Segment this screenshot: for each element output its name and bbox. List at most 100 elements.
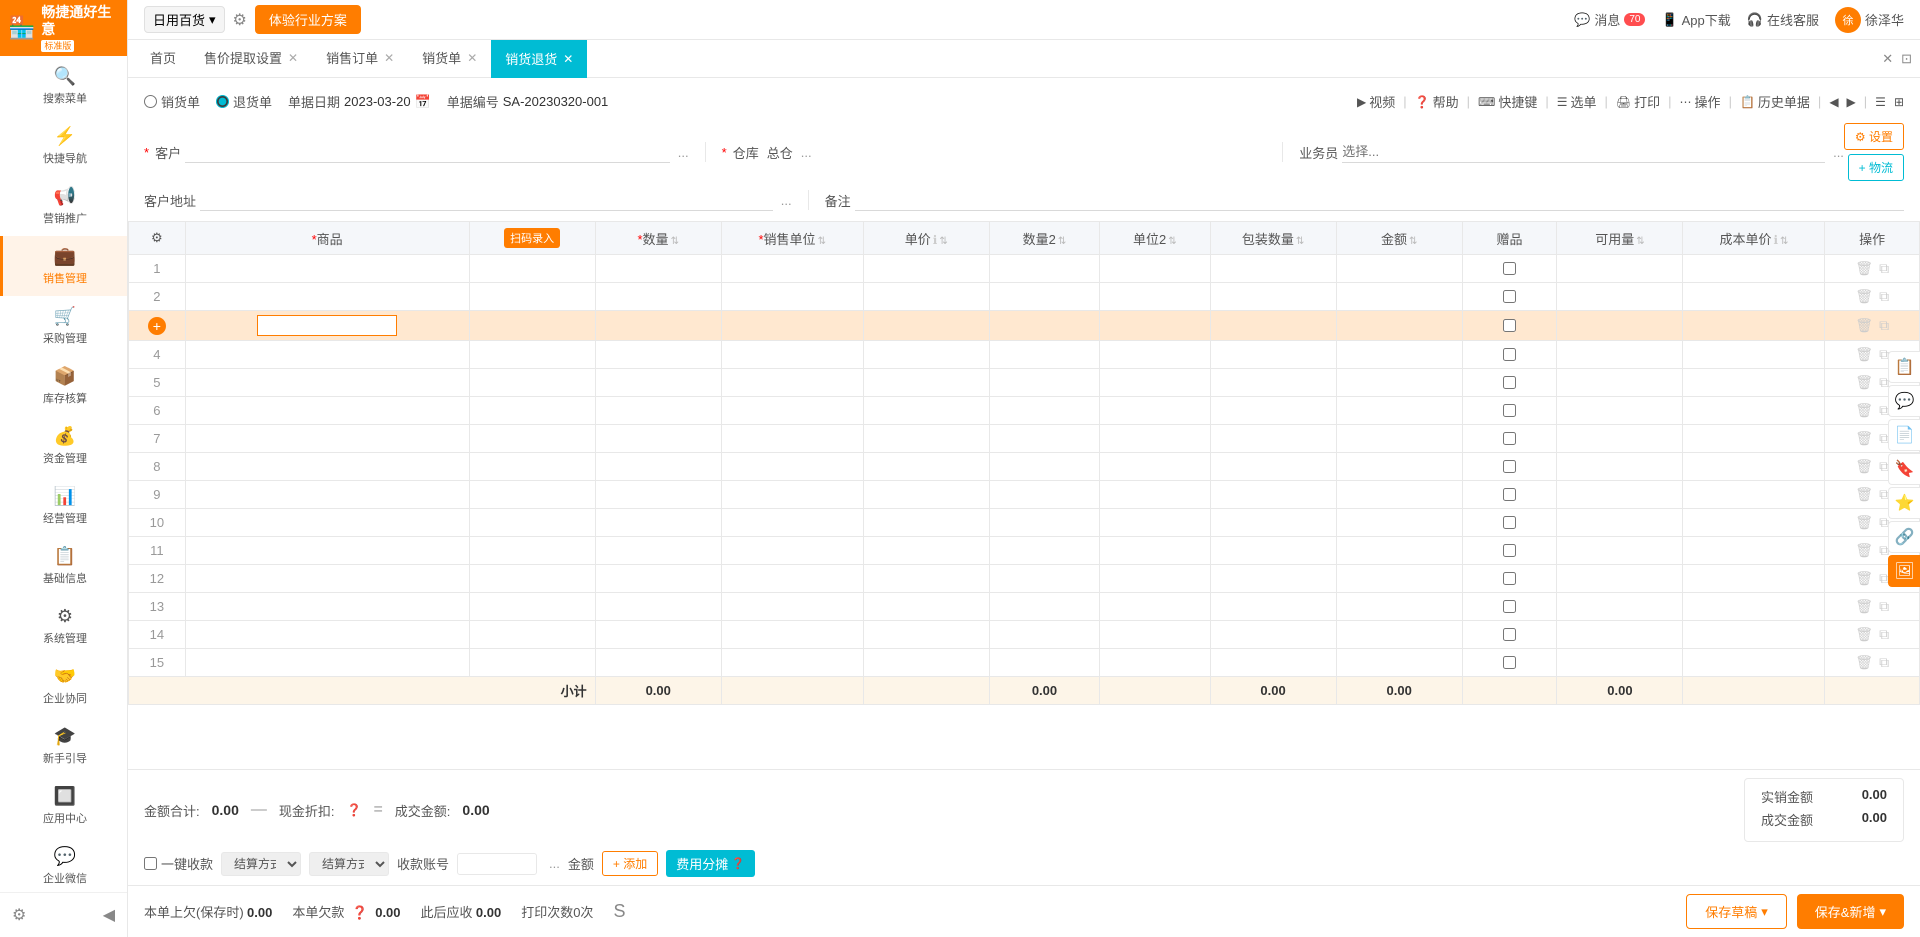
cell-pkg-15[interactable] (1210, 649, 1336, 677)
address-input[interactable] (200, 189, 773, 211)
cell-amount-2[interactable] (1336, 283, 1462, 311)
warehouse-dots[interactable]: ... (801, 145, 812, 160)
cell-avail-1[interactable] (1557, 255, 1683, 283)
cell-avail-15[interactable] (1557, 649, 1683, 677)
cell-avail-10[interactable] (1557, 509, 1683, 537)
cell-avail-12[interactable] (1557, 565, 1683, 593)
cell-cost-9[interactable] (1683, 481, 1825, 509)
app-download-btn[interactable]: 📱 App下载 (1661, 10, 1730, 29)
cell-goods-13[interactable] (185, 593, 469, 621)
clipboard-icon[interactable]: 📋 (1888, 351, 1920, 383)
copy-icon-15[interactable]: ⧉ (1879, 654, 1889, 671)
cell-price-14[interactable] (863, 621, 989, 649)
unit-price-info-icon[interactable]: ℹ (933, 233, 938, 247)
gift-checkbox-13[interactable] (1503, 600, 1516, 613)
document-icon[interactable]: 📄 (1888, 419, 1920, 451)
cell-price-10[interactable] (863, 509, 989, 537)
cell-gift-10[interactable] (1462, 509, 1557, 537)
btn-logistics[interactable]: + 物流 (1848, 154, 1904, 181)
delete-icon-12[interactable]: 🗑 (1855, 570, 1873, 587)
delete-icon-8[interactable]: 🗑 (1855, 458, 1873, 475)
cell-goods-11[interactable] (185, 537, 469, 565)
cell-goods-10[interactable] (185, 509, 469, 537)
gift-checkbox-4[interactable] (1503, 348, 1516, 361)
cell-amount-1[interactable] (1336, 255, 1462, 283)
cell-amount-7[interactable] (1336, 425, 1462, 453)
delete-icon-1[interactable]: 🗑 (1855, 260, 1873, 277)
unit2-sort-icon[interactable]: ⇅ (1168, 236, 1176, 247)
cell-unit-8[interactable] (721, 453, 863, 481)
cell-pkg-14[interactable] (1210, 621, 1336, 649)
cell-price-3[interactable] (863, 311, 989, 341)
toolbar-video[interactable]: ▶ 视频 (1357, 92, 1395, 111)
cell-gift-6[interactable] (1462, 397, 1557, 425)
cell-goods-7[interactable] (185, 425, 469, 453)
cell-unit2-7[interactable] (1100, 425, 1210, 453)
tab-close-icon[interactable]: ✕ (467, 51, 477, 65)
copy-icon-14[interactable]: ⧉ (1879, 626, 1889, 643)
cell-qty-10[interactable] (595, 509, 721, 537)
cell-qty2-1[interactable] (989, 255, 1099, 283)
cell-unit2-1[interactable] (1100, 255, 1210, 283)
staff-input[interactable] (1342, 141, 1825, 163)
exp-btn[interactable]: 体验行业方案 (255, 5, 361, 34)
cell-cost-4[interactable] (1683, 341, 1825, 369)
delete-icon-14[interactable]: 🗑 (1855, 626, 1873, 643)
cell-pkg-12[interactable] (1210, 565, 1336, 593)
gear-icon[interactable]: ⚙ (151, 230, 163, 245)
save-new-dropdown-icon[interactable]: ▾ (1879, 904, 1886, 920)
gift-checkbox-3[interactable] (1503, 319, 1516, 332)
cell-pkg-1[interactable] (1210, 255, 1336, 283)
sidebar-item-purchase[interactable]: 🛒 采购管理 (0, 296, 127, 356)
cell-unit-13[interactable] (721, 593, 863, 621)
cell-amount-11[interactable] (1336, 537, 1462, 565)
cell-avail-7[interactable] (1557, 425, 1683, 453)
cell-price-7[interactable] (863, 425, 989, 453)
settle-method-select[interactable]: 结算方式 (221, 852, 301, 876)
cell-amount-14[interactable] (1336, 621, 1462, 649)
cell-amount-4[interactable] (1336, 341, 1462, 369)
cell-cost-3[interactable] (1683, 311, 1825, 341)
sidebar-item-search[interactable]: 🔍 搜索菜单 (0, 56, 127, 116)
cell-unit-4[interactable] (721, 341, 863, 369)
sidebar-item-basic[interactable]: 📋 基础信息 (0, 536, 127, 596)
tab-close-all-icon[interactable]: ✕ (1882, 51, 1893, 67)
avail-sort-icon[interactable]: ⇅ (1636, 236, 1644, 247)
cell-unit-12[interactable] (721, 565, 863, 593)
cell-amount-9[interactable] (1336, 481, 1462, 509)
cell-unit2-9[interactable] (1100, 481, 1210, 509)
cell-avail-14[interactable] (1557, 621, 1683, 649)
sidebar-item-finance[interactable]: 💰 资金管理 (0, 416, 127, 476)
staff-dots[interactable]: ... (1833, 145, 1844, 160)
sidebar-item-shortcut[interactable]: ⚡ 快捷导航 (0, 116, 127, 176)
scan-btn[interactable]: 扫码录入 (504, 228, 560, 248)
cell-qty2-4[interactable] (989, 341, 1099, 369)
toolbar-help[interactable]: ❓ 帮助 (1415, 92, 1459, 111)
cell-cost-7[interactable] (1683, 425, 1825, 453)
sidebar-item-wechat[interactable]: 💬 企业微信 (0, 836, 127, 892)
copy-icon-3[interactable]: ⧉ (1879, 317, 1889, 334)
star-icon[interactable]: ⭐ (1888, 487, 1920, 519)
cell-qty2-8[interactable] (989, 453, 1099, 481)
delete-icon-10[interactable]: 🗑 (1855, 514, 1873, 531)
cell-pkg-4[interactable] (1210, 341, 1336, 369)
cell-price-4[interactable] (863, 341, 989, 369)
toolbar-history[interactable]: 📋 历史单据 (1740, 92, 1810, 111)
gift-checkbox-8[interactable] (1503, 460, 1516, 473)
sidebar-item-collab[interactable]: 🤝 企业协同 (0, 656, 127, 716)
sidebar-item-system[interactable]: ⚙ 系统管理 (0, 596, 127, 656)
cell-unit2-15[interactable] (1100, 649, 1210, 677)
cell-price-9[interactable] (863, 481, 989, 509)
cell-unit-1[interactable] (721, 255, 863, 283)
cell-price-12[interactable] (863, 565, 989, 593)
tab-close-icon[interactable]: ✕ (563, 52, 573, 66)
cell-qty-6[interactable] (595, 397, 721, 425)
add-row-btn[interactable]: + (148, 317, 166, 335)
cell-qty-7[interactable] (595, 425, 721, 453)
cell-qty-2[interactable] (595, 283, 721, 311)
cell-qty2-5[interactable] (989, 369, 1099, 397)
gift-checkbox-7[interactable] (1503, 432, 1516, 445)
cost-sort-icon[interactable]: ⇅ (1780, 236, 1788, 247)
cell-pkg-11[interactable] (1210, 537, 1336, 565)
split-btn[interactable]: 费用分摊 ❓ (666, 850, 755, 877)
